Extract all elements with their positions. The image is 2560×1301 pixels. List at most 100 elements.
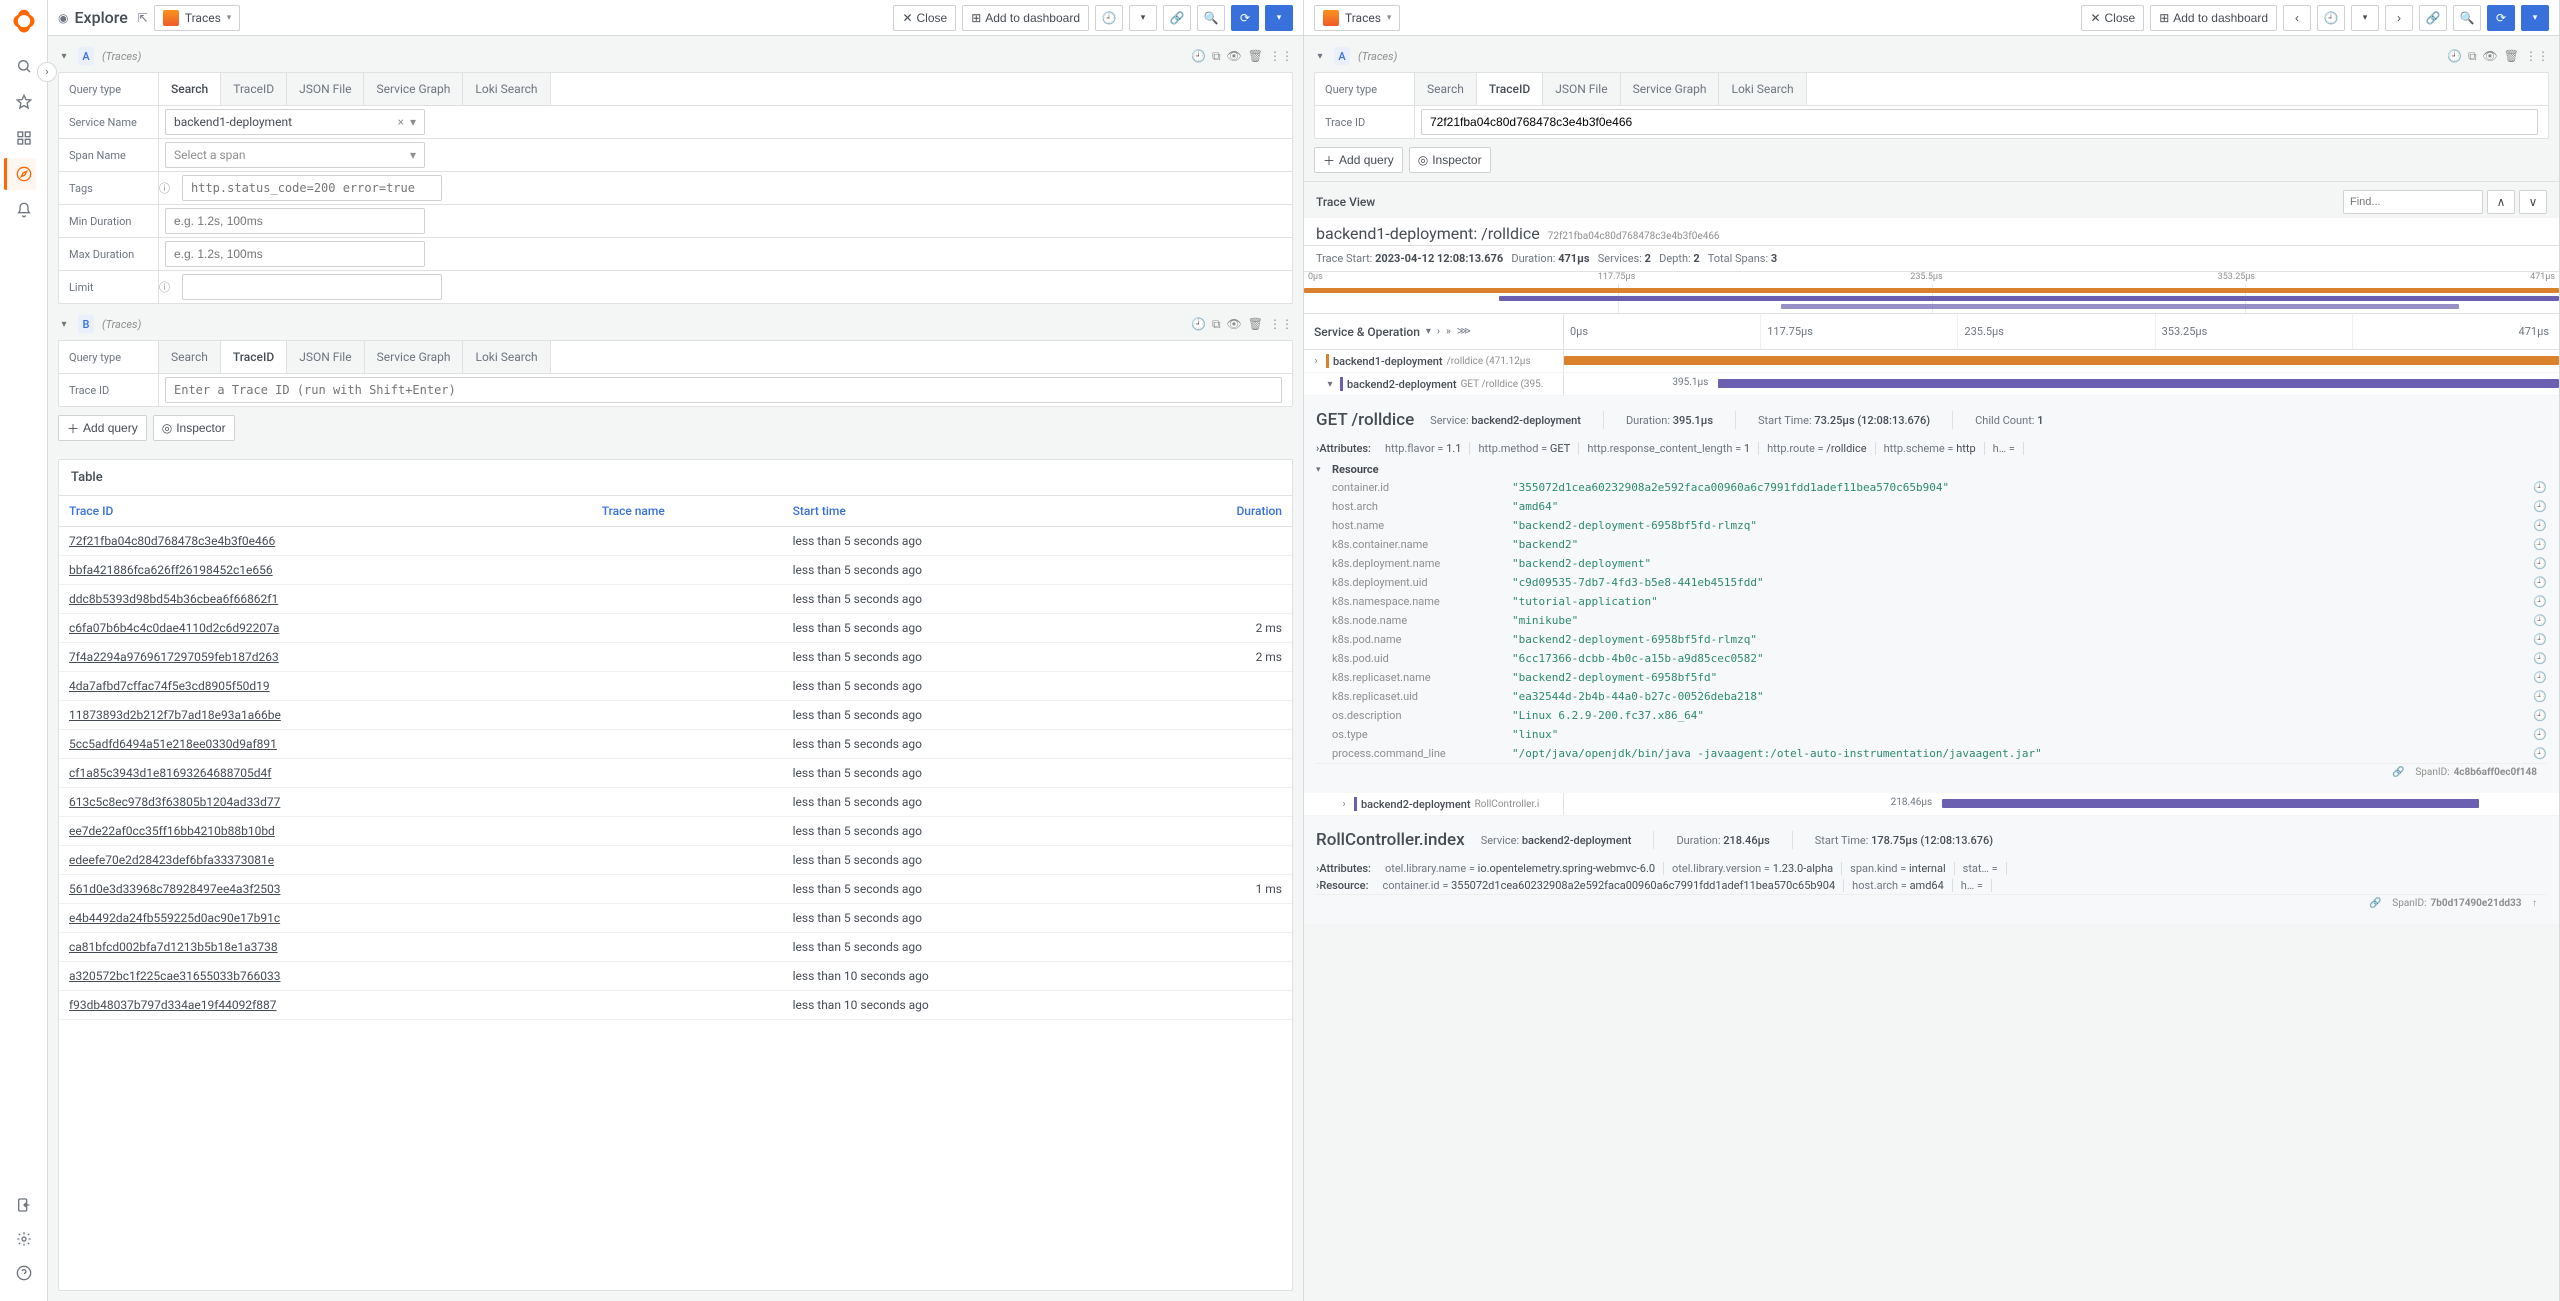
column-header[interactable]: Trace name [592,496,783,527]
tab-loki-search[interactable]: Loki Search [463,341,550,373]
clock-icon[interactable]: 🕘 [2447,49,2462,64]
trace-id-link[interactable]: 72f21fba04c80d768478c3e4b3f0e466 [59,527,592,556]
run-query-button[interactable]: ⟳ [1231,5,1259,31]
trace-id-link[interactable]: 613c5c8ec978d3f63805b1204ad33d77 [59,788,592,817]
drag-icon[interactable]: ⋮⋮ [1269,49,1293,64]
span-bar[interactable] [1718,379,2559,388]
trash-icon[interactable]: 🗑 [1248,49,1263,64]
clock-icon[interactable]: 🕘 [2533,500,2547,513]
trace-find-input[interactable] [2343,190,2483,214]
trace-id-link[interactable]: ca81bfcd002bfa7d1213b5b18e1a3738 [59,933,592,962]
trace-id-link[interactable]: e4b4492da24fb559225d0ac90e17b91c [59,904,592,933]
grafana-logo-icon[interactable] [10,8,38,36]
close-button[interactable]: ✕Close [893,5,956,31]
run-dropdown-button[interactable]: ▾ [1265,5,1293,31]
find-next-button[interactable]: ∨ [2519,190,2547,214]
time-picker-button[interactable]: 🕘 [2317,5,2345,31]
span-name-select[interactable]: Select a span ▾ [165,142,425,168]
sidenav-expand-button[interactable]: › [37,62,57,82]
copy-icon[interactable]: ⧉ [1212,317,1221,332]
add-to-dashboard-button[interactable]: ⊞Add to dashboard [962,5,1089,31]
drag-icon[interactable]: ⋮⋮ [2525,49,2549,64]
tags-input[interactable] [182,175,442,201]
tab-service-graph[interactable]: Service Graph [1621,73,1720,105]
trace-id-input[interactable] [1421,109,2538,135]
limit-input[interactable] [182,274,442,300]
alerting-icon[interactable] [8,194,40,226]
column-header[interactable]: Trace ID [59,496,592,527]
clock-icon[interactable]: 🕘 [2533,709,2547,722]
span-row[interactable]: ▾ backend2-deployment GET /rolldice (395… [1304,373,2559,396]
trace-id-link[interactable]: cf1a85c3943d1e81693264688705d4f [59,759,592,788]
eye-icon[interactable]: 👁 [2483,49,2498,64]
tab-json-file[interactable]: JSON File [1543,73,1620,105]
trace-id-link[interactable]: c6fa07b6b4c4c0dae4110d2c6d92207a [59,614,592,643]
span-bar[interactable] [1564,356,2559,365]
find-prev-button[interactable]: ∧ [2487,190,2515,214]
trace-id-link[interactable]: 4da7afbd7cffac74f5e3cd8905f50d19 [59,672,592,701]
time-dropdown-button[interactable]: ▾ [2351,5,2379,31]
prev-button[interactable]: ‹ [2283,5,2311,31]
trace-id-input[interactable] [165,377,1282,403]
datasource-picker[interactable]: Traces ▾ [154,5,240,31]
clock-icon[interactable]: 🕘 [2533,538,2547,551]
trace-id-link[interactable]: ddc8b5393d98bd54b36cbea6f66862f1 [59,585,592,614]
tab-search[interactable]: Search [159,341,221,373]
service-name-select[interactable]: backend1-deployment × ▾ [165,109,425,135]
chevron-right-icon[interactable]: › [1437,326,1440,337]
min-duration-input[interactable] [165,208,425,234]
info-icon[interactable]: ⓘ [159,180,170,196]
column-header[interactable]: Duration [1141,496,1292,527]
tab-search[interactable]: Search [1415,73,1477,105]
clock-icon[interactable]: 🕘 [2533,481,2547,494]
next-button[interactable]: › [2385,5,2413,31]
add-query-button[interactable]: ＋Add query [58,415,147,441]
drag-icon[interactable]: ⋮⋮ [1269,317,1293,332]
clock-icon[interactable]: 🕘 [2533,576,2547,589]
clock-icon[interactable]: 🕘 [2533,633,2547,646]
clock-icon[interactable]: 🕘 [1191,317,1206,332]
scroll-top-icon[interactable]: ↑ [2532,898,2537,909]
inspector-button[interactable]: ◎Inspector [153,415,235,441]
clock-icon[interactable]: 🕘 [2533,728,2547,741]
clock-icon[interactable]: 🕘 [2533,614,2547,627]
eye-icon[interactable]: 👁 [1227,49,1242,64]
tab-json-file[interactable]: JSON File [287,73,364,105]
share-button[interactable]: 🔗 [2419,5,2447,31]
link-icon[interactable]: 🔗 [2369,898,2381,909]
run-dropdown-button[interactable]: ▾ [2521,5,2549,31]
zoom-out-button[interactable]: 🔍 [1197,5,1225,31]
clock-icon[interactable]: 🕘 [2533,595,2547,608]
eye-icon[interactable]: 👁 [1227,317,1242,332]
tab-search[interactable]: Search [159,73,221,105]
tab-traceid[interactable]: TraceID [221,341,287,373]
trace-id-link[interactable]: 561d0e3d33968c78928497ee4a3f2503 [59,875,592,904]
share-button[interactable]: 🔗 [1163,5,1191,31]
chevron-down-icon[interactable]: ▾ [1426,326,1431,337]
add-query-button[interactable]: ＋Add query [1314,147,1403,173]
clock-icon[interactable]: 🕘 [2533,671,2547,684]
tab-loki-search[interactable]: Loki Search [1719,73,1806,105]
trash-icon[interactable]: 🗑 [1248,317,1263,332]
tab-service-graph[interactable]: Service Graph [365,341,464,373]
explore-icon[interactable] [4,158,36,190]
trace-id-link[interactable]: 11873893d2b212f7b7ad18e93a1a66be [59,701,592,730]
tab-loki-search[interactable]: Loki Search [463,73,550,105]
search-icon[interactable] [8,50,40,82]
collapse-query-button[interactable]: ▾ [1314,51,1326,62]
clock-icon[interactable]: 🕘 [1191,49,1206,64]
tab-json-file[interactable]: JSON File [287,341,364,373]
signin-icon[interactable] [8,1189,40,1221]
time-picker-button[interactable]: 🕘 [1095,5,1123,31]
span-toggle[interactable]: ▾ [1324,379,1336,390]
tab-traceid[interactable]: TraceID [1477,73,1543,105]
collapse-query-button[interactable]: ▾ [58,51,70,62]
inspector-button[interactable]: ◎Inspector [1409,147,1491,173]
help-icon[interactable] [8,1257,40,1289]
trash-icon[interactable]: 🗑 [2504,49,2519,64]
clock-icon[interactable]: 🕘 [2533,519,2547,532]
trace-id-link[interactable]: bbfa421886fca626ff26198452c1e656 [59,556,592,585]
chevron-triple-right-icon[interactable]: ⋙ [1457,326,1471,337]
clock-icon[interactable]: 🕘 [2533,690,2547,703]
clock-icon[interactable]: 🕘 [2533,557,2547,570]
